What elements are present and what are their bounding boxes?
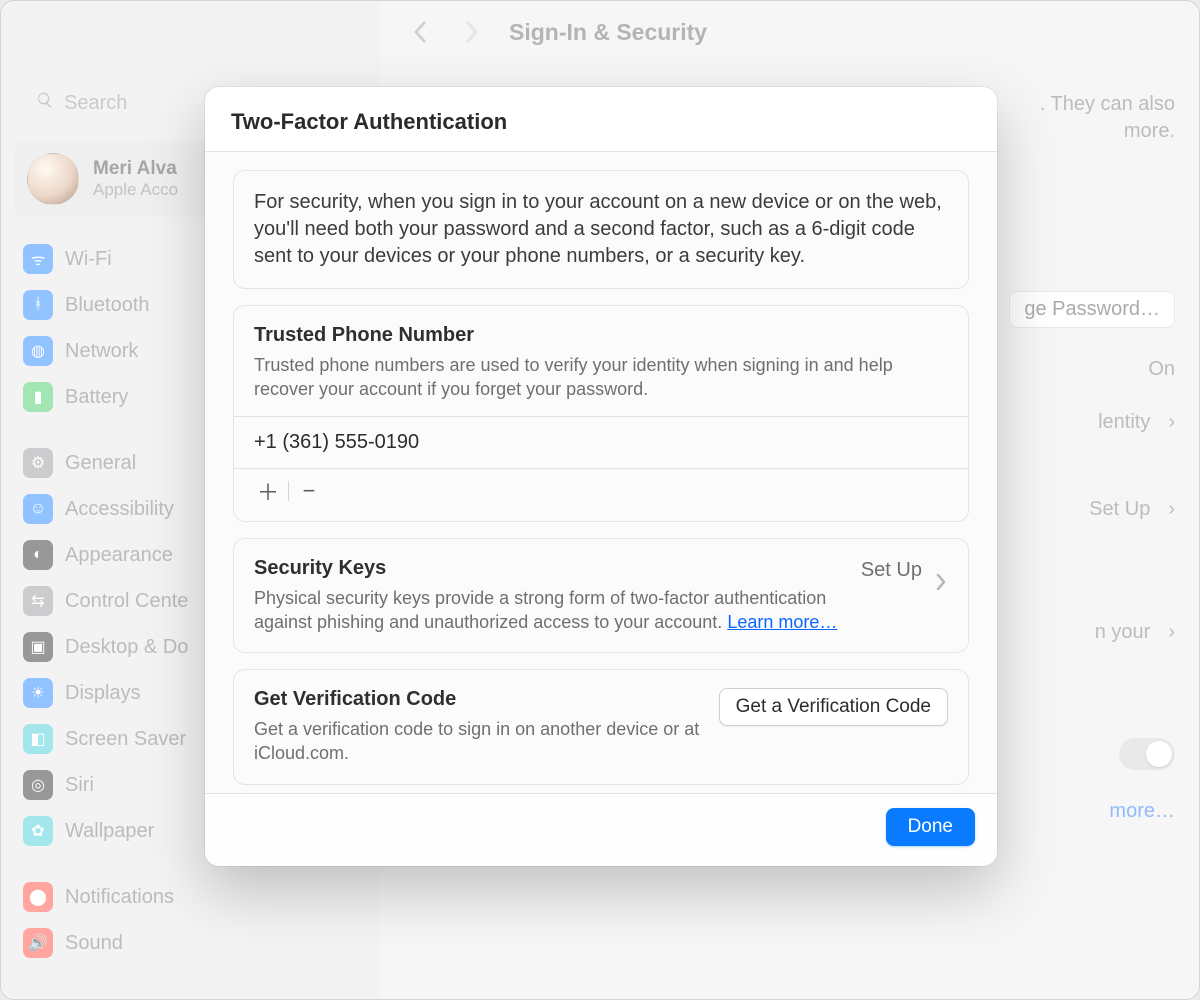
remove-phone-button[interactable]: −	[295, 479, 323, 503]
intro-card: For security, when you sign in to your a…	[233, 170, 969, 289]
trusted-phone-card: Trusted Phone Number Trusted phone numbe…	[233, 305, 969, 522]
security-keys-action: Set Up	[861, 559, 922, 582]
trusted-phone-sub: Trusted phone numbers are used to verify…	[254, 353, 948, 402]
two-factor-modal: Two-Factor Authentication For security, …	[205, 87, 997, 866]
security-keys-title: Security Keys	[254, 557, 849, 580]
plus-icon: ＋	[257, 475, 279, 507]
get-code-title: Get Verification Code	[254, 688, 701, 711]
security-keys-card[interactable]: Security Keys Physical security keys pro…	[233, 538, 969, 654]
add-phone-button[interactable]: ＋	[254, 479, 282, 503]
modal-title: Two-Factor Authentication	[205, 87, 997, 151]
get-code-card: Get Verification Code Get a verification…	[233, 669, 969, 785]
get-verification-code-button[interactable]: Get a Verification Code	[719, 688, 948, 726]
done-button[interactable]: Done	[886, 808, 975, 846]
trusted-phone-value: +1 (361) 555-0190	[254, 431, 948, 454]
security-keys-sub: Physical security keys provide a strong …	[254, 586, 849, 635]
get-code-sub: Get a verification code to sign in on an…	[254, 717, 701, 766]
intro-text: For security, when you sign in to your a…	[254, 189, 948, 270]
chevron-right-icon	[934, 571, 948, 593]
trusted-phone-title: Trusted Phone Number	[254, 324, 948, 347]
settings-window: Search Meri Alva Apple Acco ᯤWi-FiᚼBluet…	[0, 0, 1200, 1000]
minus-icon: −	[303, 478, 316, 504]
learn-more-link[interactable]: Learn more…	[727, 612, 837, 632]
